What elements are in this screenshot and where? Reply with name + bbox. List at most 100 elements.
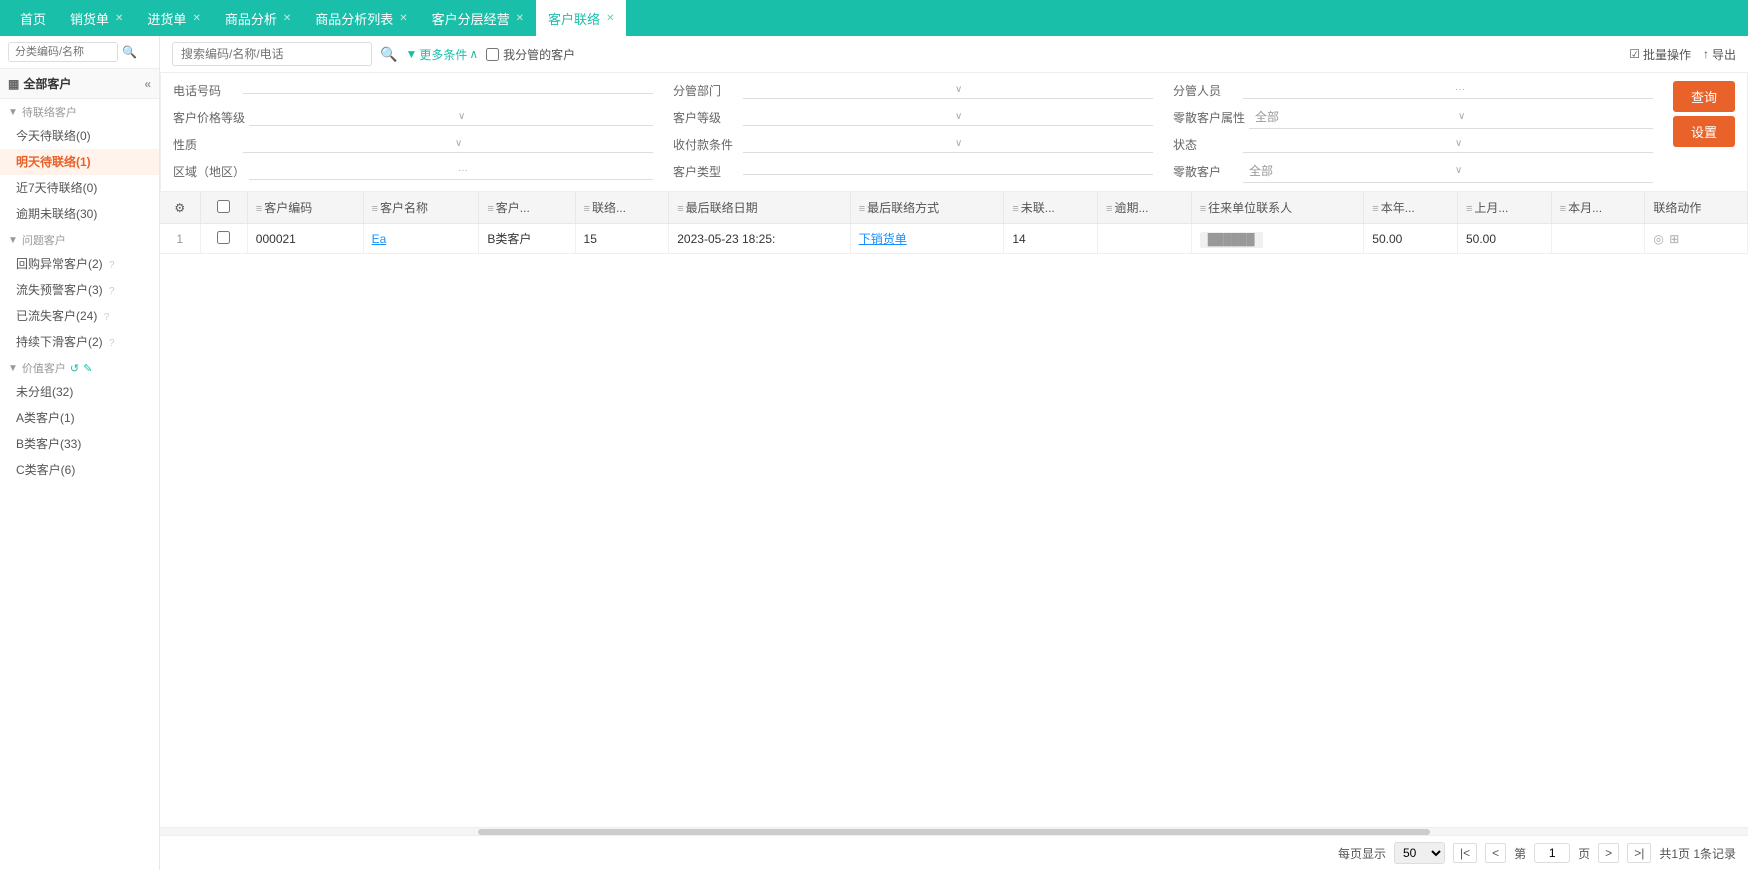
td-code: 000021 [247, 224, 363, 254]
sidebar-item-b-class[interactable]: B类客户(33) [0, 431, 159, 457]
td-index: 1 [160, 224, 200, 254]
sidebar-item-today-pending[interactable]: 今天待联络(0) [0, 123, 159, 149]
more-conditions-button[interactable]: ▼ 更多条件 ∧ [405, 46, 478, 63]
page-number-input[interactable] [1534, 843, 1570, 863]
sidebar-item-purchase-anomaly[interactable]: 回购异常客户(2) ? [0, 251, 159, 277]
table-row: 1 000021 Ea B类客户 15 2023-05-23 18:25: 下销… [160, 224, 1748, 254]
td-no-contact: 14 [1004, 224, 1098, 254]
problem-group-label: ▼ 问题客户 [0, 227, 159, 251]
horizontal-scrollbar[interactable] [160, 827, 1748, 835]
batch-action-button[interactable]: ☑ 批量操作 [1629, 46, 1691, 63]
table-area: ⚙ ≡客户编码 ≡客户名称 ≡客户... ≡联络... ≡最后联络日期 ≡最后联… [160, 192, 1748, 827]
sidebar-item-churn-warning[interactable]: 流失预警客户(3) ? [0, 277, 159, 303]
first-page-button[interactable]: |< [1453, 843, 1477, 863]
my-customers-check[interactable] [486, 48, 499, 61]
query-button[interactable]: 查询 [1673, 81, 1735, 112]
sidebar-search-input[interactable] [8, 42, 118, 62]
th-no-contact: ≡未联... [1004, 192, 1098, 224]
filter-retail-attr-select[interactable]: 全部 ∨ [1249, 105, 1653, 129]
filter-phone-field: 电话号码 [173, 82, 653, 99]
search-input[interactable] [172, 42, 372, 66]
page-size-select[interactable]: 50 100 200 [1394, 842, 1445, 864]
filter-price-level-select[interactable]: ∨ [249, 108, 653, 126]
filter-nature-select[interactable]: ∨ [243, 135, 653, 153]
close-icon[interactable]: ✕ [606, 13, 614, 24]
value-group-edit-icon[interactable]: ✎ [83, 362, 92, 375]
th-this-year: ≡本年... [1364, 192, 1458, 224]
filter-nature-field: 性质 ∨ [173, 135, 653, 153]
question-icon: ? [109, 286, 115, 297]
th-settings[interactable]: ⚙ [160, 192, 200, 224]
th-last-contact-method: ≡最后联络方式 [850, 192, 1004, 224]
contact-view-icon[interactable]: ◎ [1653, 232, 1663, 246]
my-customers-checkbox[interactable]: 我分管的客户 [486, 46, 575, 63]
filter-person-input[interactable]: ··· [1243, 81, 1653, 99]
reset-button[interactable]: 设置 [1673, 116, 1735, 147]
sidebar-item-ungrouped[interactable]: 未分组(32) [0, 379, 159, 405]
td-checkbox[interactable] [200, 224, 247, 254]
th-actions: 联络动作 [1645, 192, 1748, 224]
filter-phone-input[interactable] [243, 87, 653, 94]
export-icon: ↑ [1703, 47, 1709, 61]
advanced-filter-panel: 电话号码 分管部门 ∨ [160, 73, 1748, 192]
filter-retail-customer-field: 零散客户 全部 ∨ [1173, 159, 1653, 183]
filter-action-column: 查询 设置 [1673, 81, 1735, 183]
sidebar-item-a-class[interactable]: A类客户(1) [0, 405, 159, 431]
sidebar-item-tomorrow-pending[interactable]: 明天待联络(1) [0, 149, 159, 175]
filter-retail-customer-select[interactable]: 全部 ∨ [1243, 159, 1653, 183]
nav-sales-order[interactable]: 销货单 ✕ [58, 0, 135, 36]
td-this-year: 50.00 [1364, 224, 1458, 254]
arrow-down-icon: ▼ [8, 235, 18, 246]
sidebar-item-7day-pending[interactable]: 近7天待联络(0) [0, 175, 159, 201]
filter-retail-attr-field: 零散客户属性 全部 ∨ [1173, 105, 1653, 129]
filter-payment-select[interactable]: ∨ [743, 135, 1153, 153]
sidebar-item-declining[interactable]: 持续下滑客户(2) ? [0, 329, 159, 355]
content-area: 🔍 ▼ 更多条件 ∧ 我分管的客户 ☑ 批量操作 ↑ 导出 [160, 36, 1748, 870]
sidebar-search-icon[interactable]: 🔍 [122, 45, 137, 59]
nav-product-analysis[interactable]: 商品分析 ✕ [213, 0, 303, 36]
scrollbar-thumb[interactable] [478, 829, 1431, 835]
select-all-checkbox[interactable] [217, 200, 230, 213]
close-icon[interactable]: ✕ [115, 13, 123, 24]
next-page-button[interactable]: > [1598, 843, 1619, 863]
sidebar-item-churned[interactable]: 已流失客户(24) ? [0, 303, 159, 329]
filter-customer-type-field: 客户类型 [673, 163, 1153, 180]
th-contact: ≡联络... [575, 192, 669, 224]
prev-page-button[interactable]: < [1485, 843, 1506, 863]
close-icon[interactable]: ✕ [516, 13, 524, 24]
sidebar-item-c-class[interactable]: C类客户(6) [0, 457, 159, 483]
export-button[interactable]: ↑ 导出 [1703, 46, 1736, 63]
value-group-label: ▼ 价值客户 ↺ ✎ [0, 355, 159, 379]
td-name[interactable]: Ea [363, 224, 479, 254]
nav-purchase-order[interactable]: 进货单 ✕ [135, 0, 212, 36]
sidebar-search-bar: 🔍 [0, 36, 159, 69]
th-checkbox[interactable] [200, 192, 247, 224]
search-button[interactable]: 🔍 [380, 46, 397, 63]
chevron-up-icon: ∧ [469, 47, 478, 61]
collapse-icon[interactable]: « [144, 77, 151, 91]
filter-dept-select[interactable]: ∨ [743, 81, 1153, 99]
filter-customer-type-input[interactable] [743, 168, 1153, 175]
filter-region-input[interactable]: ··· [249, 162, 653, 180]
nav-home[interactable]: 首页 [8, 0, 58, 36]
td-overdue [1098, 224, 1192, 254]
value-group-refresh-icon[interactable]: ↺ [70, 362, 79, 375]
row-checkbox[interactable] [217, 231, 230, 244]
nav-customer-contact[interactable]: 客户联络 ✕ [536, 0, 626, 36]
close-icon[interactable]: ✕ [192, 13, 200, 24]
close-icon[interactable]: ✕ [283, 13, 291, 24]
th-this-month: ≡本月... [1551, 192, 1645, 224]
all-customers-header[interactable]: ▦ 全部客户 « [0, 69, 159, 99]
filter-dept-field: 分管部门 ∨ [673, 81, 1153, 99]
contact-add-icon[interactable]: ⊞ [1669, 232, 1679, 246]
sidebar-item-overdue-pending[interactable]: 逾期未联络(30) [0, 201, 159, 227]
td-last-contact-method[interactable]: 下销货单 [850, 224, 1004, 254]
nav-product-analysis-list[interactable]: 商品分析列表 ✕ [303, 0, 419, 36]
nav-customer-tier[interactable]: 客户分层经营 ✕ [420, 0, 536, 36]
close-icon[interactable]: ✕ [399, 13, 407, 24]
question-icon: ? [104, 312, 110, 323]
th-code: ≡客户编码 [247, 192, 363, 224]
filter-customer-level-select[interactable]: ∨ [743, 108, 1153, 126]
filter-status-select[interactable]: ∨ [1243, 135, 1653, 153]
last-page-button[interactable]: >| [1627, 843, 1651, 863]
